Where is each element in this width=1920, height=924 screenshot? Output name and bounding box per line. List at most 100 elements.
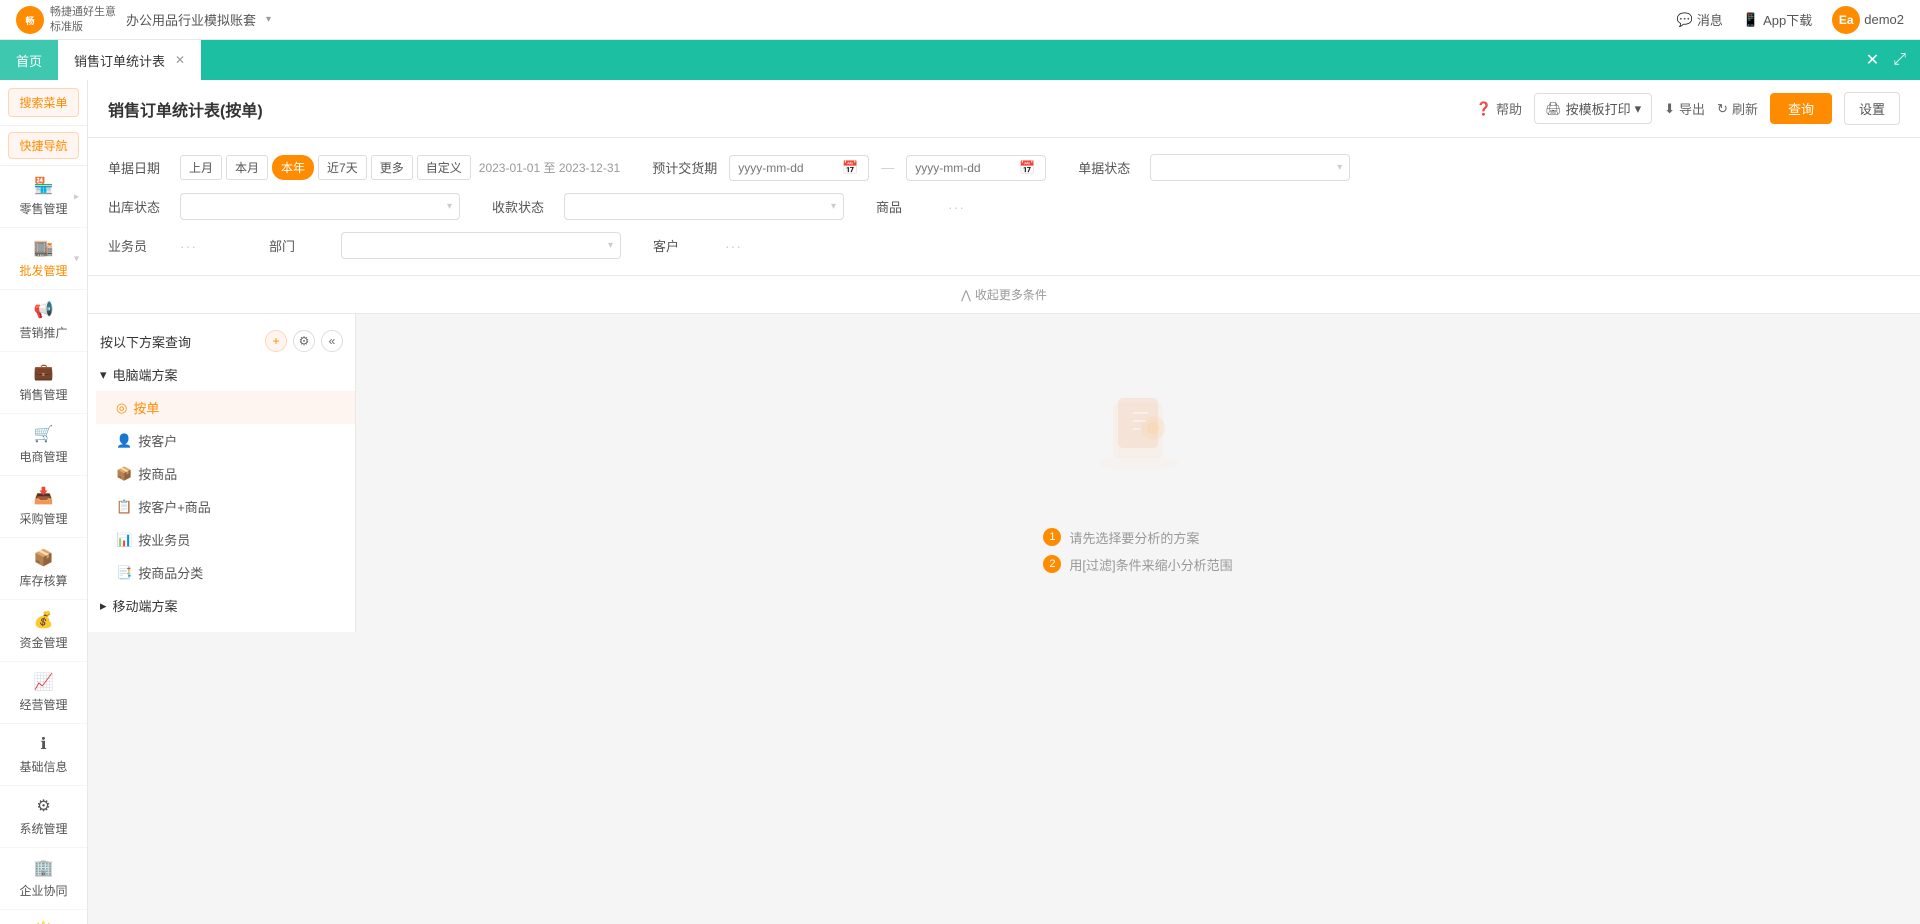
logo-line1: 畅捷通好生意 — [50, 5, 116, 19]
more-btn[interactable]: 更多 — [371, 155, 413, 180]
quick-nav-button[interactable]: 快捷导航 — [8, 132, 78, 159]
by-customer-icon: 👤 — [116, 433, 132, 449]
custom-btn[interactable]: 自定义 — [417, 155, 471, 180]
date-filter-group: 上月 本月 本年 近7天 更多 自定义 2023-01-01 至 2023-12… — [180, 155, 620, 180]
purchase-icon: 📥 — [34, 486, 54, 506]
retail-arrow-icon: ▸ — [74, 191, 79, 202]
user-area[interactable]: Ea demo2 — [1832, 6, 1904, 34]
sidebar-item-system[interactable]: ⚙ 系统管理 — [0, 786, 87, 848]
sidebar-item-sales[interactable]: 💼 销售管理 — [0, 352, 87, 414]
sidebar-item-label-inventory: 库存核算 — [19, 572, 67, 589]
tree-parent-pc[interactable]: ▾ 电脑端方案 — [88, 358, 355, 391]
app-download-button[interactable]: 📱 App下载 — [1743, 10, 1812, 29]
help-label: 帮助 — [1496, 99, 1522, 118]
dept-wrapper: ▾ — [341, 232, 621, 259]
sidebar-item-operation[interactable]: 📈 经营管理 — [0, 662, 87, 724]
marketing-icon: 📢 — [34, 300, 54, 320]
ecommerce-icon: 🛒 — [34, 424, 54, 444]
sidebar-item-retail[interactable]: 🏪 零售管理 ▸ — [0, 166, 87, 228]
tree-item-by-goods[interactable]: 📦 按商品 — [96, 457, 355, 490]
message-button[interactable]: 💬 消息 — [1677, 10, 1723, 29]
by-salesperson-label: 按业务员 — [138, 530, 190, 549]
mobile-expand-icon: ▸ — [100, 598, 107, 614]
wholesale-icon: 🏬 — [34, 238, 54, 258]
filter-row-3: 业务员 ··· 部门 ▾ 客户 ··· — [108, 232, 1900, 259]
by-customer-label: 按客户 — [138, 431, 177, 450]
dept-label: 部门 — [269, 236, 329, 255]
dept-select[interactable] — [341, 232, 621, 259]
export-button[interactable]: ⬇ 导出 — [1664, 99, 1705, 118]
sidebar-item-basic[interactable]: ℹ 基础信息 — [0, 724, 87, 786]
calendar-from-icon: 📅 — [842, 160, 858, 176]
tab-close-window-icon[interactable]: ✕ — [1862, 46, 1883, 74]
tab-home[interactable]: 首页 — [0, 40, 58, 80]
page-actions: ❓ 帮助 🖨 按模板打印 ▾ ⬇ 导出 ↻ 刷新 查询 设置 — [1476, 92, 1900, 125]
sidebar-item-inventory[interactable]: 📦 库存核算 — [0, 538, 87, 600]
tab-bar: 首页 销售订单统计表 ✕ ✕ ⤢ — [0, 40, 1920, 80]
expected-date-to-input[interactable] — [915, 161, 1015, 175]
logo-icon: 畅 — [16, 6, 44, 34]
sidebar-item-marketing[interactable]: 📢 营销推广 — [0, 290, 87, 352]
sidebar-item-newbie[interactable]: 🌟 新手引导 — [0, 910, 87, 924]
tip-text-2: 用[过滤]条件来缩小分析范围 — [1069, 555, 1232, 574]
collapse-icon: ⋀ — [961, 288, 971, 302]
sidebar-item-purchase[interactable]: 📥 采购管理 — [0, 476, 87, 538]
tree-item-by-salesperson[interactable]: 📊 按业务员 — [96, 523, 355, 556]
page-title: 销售订单统计表(按单) — [108, 97, 263, 121]
goods-label: 商品 — [876, 197, 936, 216]
doc-status-select[interactable] — [1150, 154, 1350, 181]
empty-state: 1 请先选择要分析的方案 2 用[过滤]条件来缩小分析范围 — [1043, 373, 1232, 574]
tree-parent-mobile[interactable]: ▸ 移动端方案 — [88, 589, 355, 622]
ship-status-select[interactable] — [180, 193, 460, 220]
pay-status-select[interactable] — [564, 193, 844, 220]
customer-dots-button[interactable]: ··· — [725, 238, 742, 254]
sidebar-item-ecommerce[interactable]: 🛒 电商管理 — [0, 414, 87, 476]
tab-sales-order[interactable]: 销售订单统计表 ✕ — [58, 40, 201, 80]
search-menu-button[interactable]: 搜索菜单 — [8, 88, 79, 117]
by-salesperson-icon: 📊 — [116, 532, 132, 548]
tree-item-by-order[interactable]: ◎ 按单 — [96, 391, 355, 424]
query-button[interactable]: 查询 — [1770, 93, 1832, 124]
sidebar: 搜索菜单 快捷导航 🏪 零售管理 ▸ 🏬 批发管理 ▾ 📢 营销推广 💼 销售管… — [0, 80, 88, 924]
tree-item-by-customer-goods[interactable]: 📋 按客户+商品 — [96, 490, 355, 523]
tab-bar-actions: ✕ ⤢ — [1862, 46, 1920, 74]
this-year-btn[interactable]: 本年 — [272, 155, 314, 180]
refresh-button[interactable]: ↻ 刷新 — [1717, 99, 1758, 118]
sales-order-tab-label: 销售订单统计表 — [74, 51, 165, 70]
pay-status-label: 收款状态 — [492, 197, 552, 216]
panel-add-button[interactable]: + — [265, 330, 287, 352]
by-order-label: 按单 — [133, 398, 159, 417]
sidebar-item-finance[interactable]: 💰 资金管理 — [0, 600, 87, 662]
last-month-btn[interactable]: 上月 — [180, 155, 222, 180]
doc-status-wrapper: ▾ — [1150, 154, 1350, 181]
sidebar-item-label-operation: 经营管理 — [19, 696, 67, 713]
tree-item-by-customer[interactable]: 👤 按客户 — [96, 424, 355, 457]
by-goods-cat-icon: 📑 — [116, 565, 132, 581]
panel-settings-button[interactable]: ⚙ — [293, 330, 315, 352]
empty-tips: 1 请先选择要分析的方案 2 用[过滤]条件来缩小分析范围 — [1043, 528, 1232, 574]
date-label: 单据日期 — [108, 158, 168, 177]
settings-button[interactable]: 设置 — [1844, 92, 1900, 125]
left-panel: 按以下方案查询 + ⚙ « ▾ 电脑端方案 ◎ 按单 — [88, 314, 356, 632]
empty-tip-1: 1 请先选择要分析的方案 — [1043, 528, 1232, 547]
split-layout: 按以下方案查询 + ⚙ « ▾ 电脑端方案 ◎ 按单 — [88, 314, 1920, 632]
tree-item-by-goods-category[interactable]: 📑 按商品分类 — [96, 556, 355, 589]
sidebar-item-wholesale[interactable]: 🏬 批发管理 ▾ — [0, 228, 87, 290]
last7-btn[interactable]: 近7天 — [318, 155, 367, 180]
goods-dots-button[interactable]: ··· — [948, 199, 965, 215]
template-print-button[interactable]: 🖨 按模板打印 ▾ — [1534, 93, 1652, 124]
pc-section-label: 电脑端方案 — [113, 365, 178, 384]
calendar-to-icon: 📅 — [1019, 160, 1035, 176]
help-button[interactable]: ❓ 帮助 — [1476, 99, 1522, 118]
expected-date-from-input[interactable] — [738, 161, 838, 175]
svg-text:畅: 畅 — [25, 15, 34, 26]
this-month-btn[interactable]: 本月 — [226, 155, 268, 180]
sidebar-item-enterprise[interactable]: 🏢 企业协同 — [0, 848, 87, 910]
dropdown-icon[interactable]: ▾ — [266, 14, 271, 25]
tab-close-icon[interactable]: ✕ — [175, 53, 185, 67]
salesperson-dots-button[interactable]: ··· — [180, 238, 197, 254]
newbie-icon: 🌟 — [34, 920, 54, 924]
tab-maximize-icon[interactable]: ⤢ — [1889, 47, 1910, 73]
panel-collapse-button[interactable]: « — [321, 330, 343, 352]
collapse-button[interactable]: ⋀ 收起更多条件 — [961, 286, 1047, 303]
